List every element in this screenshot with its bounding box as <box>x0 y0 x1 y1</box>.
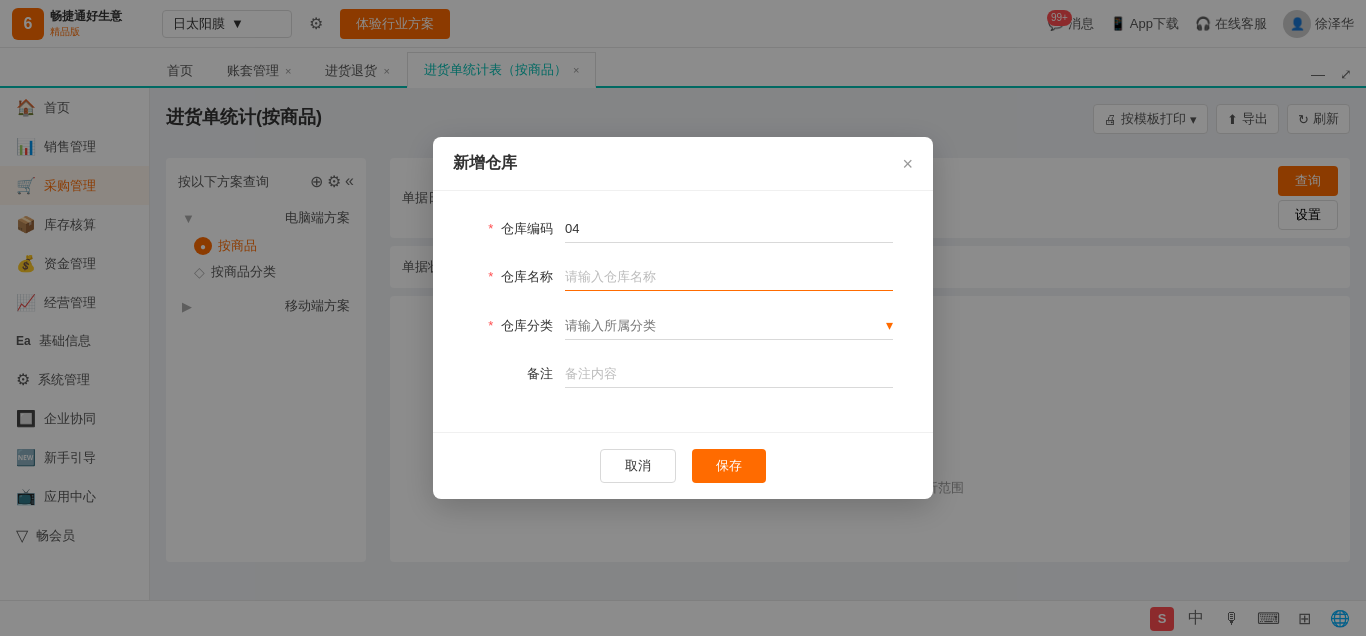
dialog-body: * 仓库编码 * 仓库名称 * 仓库分类 <box>433 191 933 432</box>
category-arrow-icon: ▾ <box>886 317 893 333</box>
form-row-category: * 仓库分类 ▾ <box>473 311 893 340</box>
dialog-close-button[interactable]: × <box>902 155 913 173</box>
code-label: * 仓库编码 <box>473 220 553 238</box>
form-row-name: * 仓库名称 <box>473 263 893 291</box>
remark-label: 备注 <box>473 365 553 383</box>
category-label: * 仓库分类 <box>473 317 553 335</box>
name-label: * 仓库名称 <box>473 268 553 286</box>
new-warehouse-dialog: 新增仓库 × * 仓库编码 * 仓库名称 <box>433 137 933 499</box>
code-input[interactable] <box>565 215 893 243</box>
dialog-header: 新增仓库 × <box>433 137 933 191</box>
form-row-code: * 仓库编码 <box>473 215 893 243</box>
category-input[interactable] <box>565 318 886 333</box>
form-row-remark: 备注 <box>473 360 893 388</box>
required-star-name: * <box>488 269 493 284</box>
dialog-footer: 取消 保存 <box>433 432 933 499</box>
remark-input[interactable] <box>565 360 893 388</box>
required-star-category: * <box>488 318 493 333</box>
required-star-code: * <box>488 221 493 236</box>
dialog-title: 新增仓库 <box>453 153 517 174</box>
name-input[interactable] <box>565 263 893 291</box>
save-button[interactable]: 保存 <box>692 449 766 483</box>
modal-overlay: 新增仓库 × * 仓库编码 * 仓库名称 <box>0 0 1366 636</box>
category-select[interactable]: ▾ <box>565 311 893 340</box>
cancel-button[interactable]: 取消 <box>600 449 676 483</box>
